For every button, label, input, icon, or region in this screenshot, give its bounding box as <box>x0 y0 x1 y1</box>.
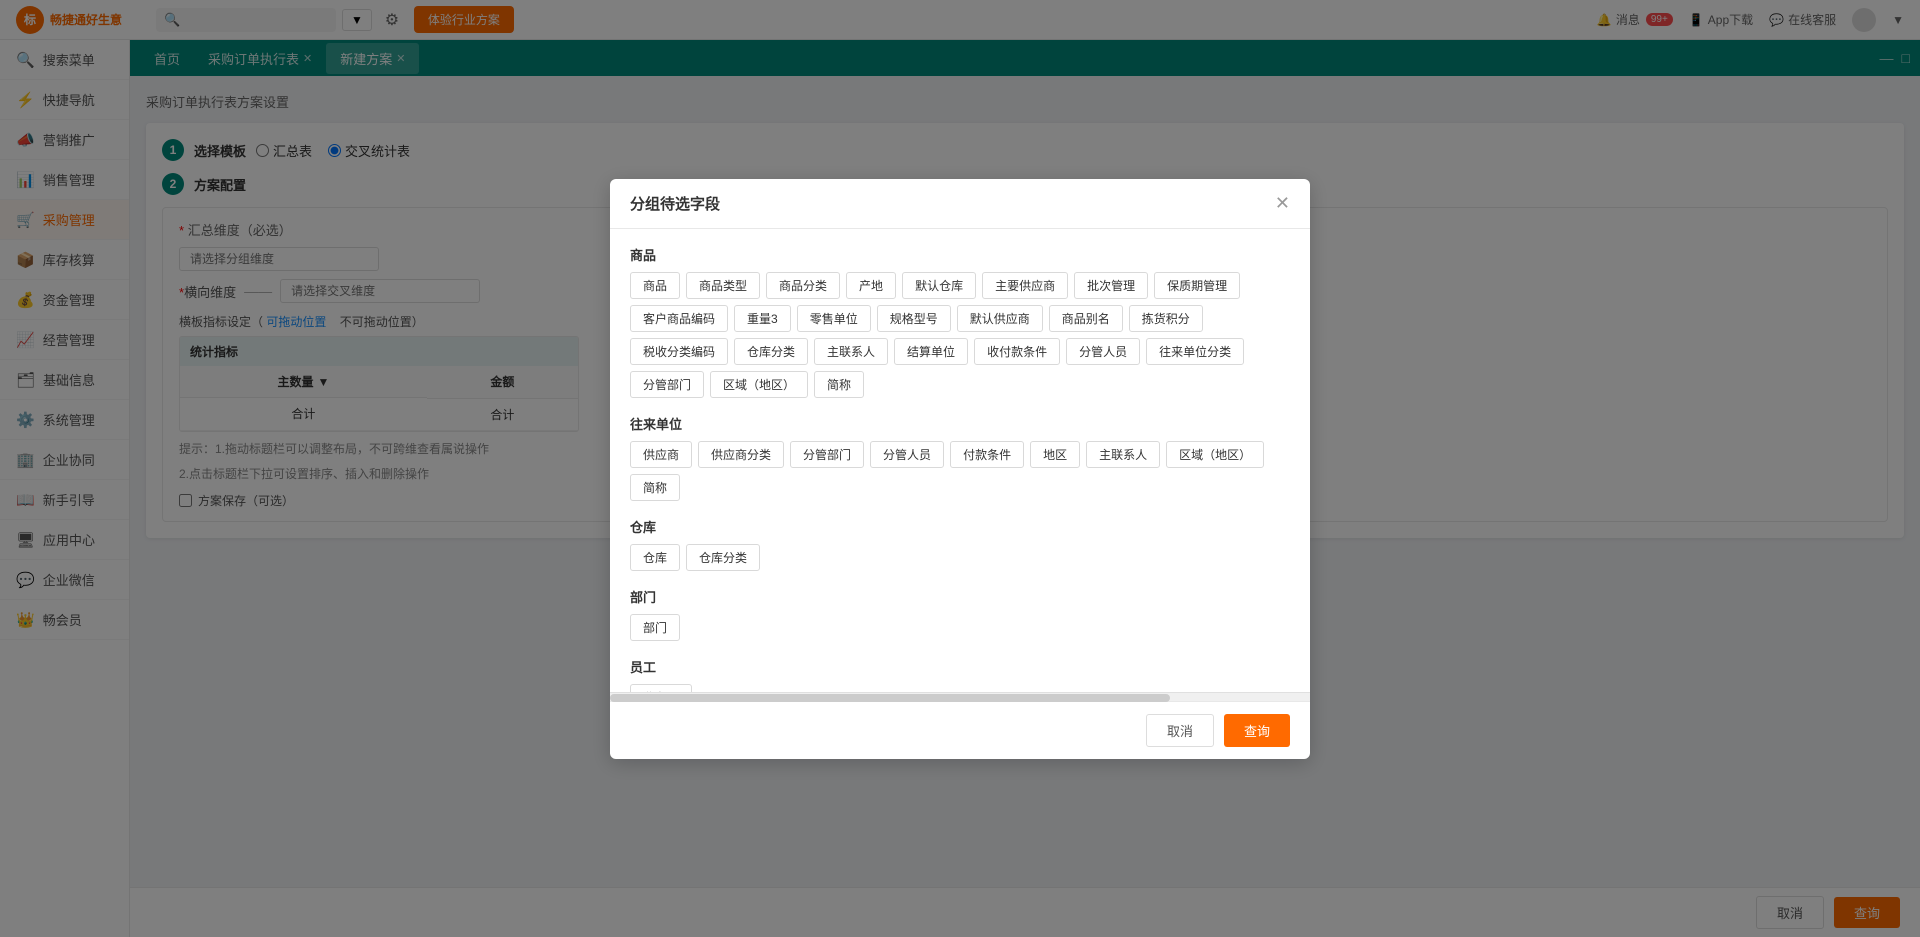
modal-body[interactable]: 商品商品商品类型商品分类产地默认仓库主要供应商批次管理保质期管理客户商品编码重量… <box>610 229 1310 693</box>
field-chip[interactable]: 部门 <box>630 614 680 641</box>
field-chip[interactable]: 仓库分类 <box>686 544 760 571</box>
field-chip[interactable]: 业务员 <box>630 684 692 693</box>
modal-scrollbar-track <box>610 692 1310 700</box>
cancel-button[interactable]: 取消 <box>1146 714 1214 747</box>
field-chip[interactable]: 客户商品编码 <box>630 305 728 332</box>
field-chip[interactable]: 地区 <box>1030 441 1080 468</box>
field-chip[interactable]: 收付款条件 <box>974 338 1060 365</box>
field-chip[interactable]: 规格型号 <box>877 305 951 332</box>
field-chips-goods: 商品商品类型商品分类产地默认仓库主要供应商批次管理保质期管理客户商品编码重量3零… <box>630 272 1290 398</box>
field-chip[interactable]: 主联系人 <box>1086 441 1160 468</box>
field-chip[interactable]: 主联系人 <box>814 338 888 365</box>
field-chip[interactable]: 分管人员 <box>870 441 944 468</box>
field-chip[interactable]: 默认仓库 <box>902 272 976 299</box>
field-chip[interactable]: 商品 <box>630 272 680 299</box>
field-group-partner: 往来单位供应商供应商分类分管部门分管人员付款条件地区主联系人区域（地区） 简称 <box>630 414 1290 501</box>
field-chip[interactable]: 拣货积分 <box>1129 305 1203 332</box>
field-group-title-partner: 往来单位 <box>630 414 1290 433</box>
field-chip[interactable]: 区域（地区） <box>1166 441 1264 468</box>
field-chip[interactable]: 保质期管理 <box>1154 272 1240 299</box>
field-group-title-warehouse: 仓库 <box>630 517 1290 536</box>
field-chip[interactable]: 默认供应商 <box>957 305 1043 332</box>
field-chip[interactable]: 仓库分类 <box>734 338 808 365</box>
field-chip[interactable]: 简称 <box>814 371 864 398</box>
modal-scrollbar-thumb <box>610 694 1170 702</box>
field-chip[interactable]: 分管部门 <box>790 441 864 468</box>
field-chip[interactable]: 税收分类编码 <box>630 338 728 365</box>
field-chip[interactable]: 商品类型 <box>686 272 760 299</box>
field-chips-partner: 供应商供应商分类分管部门分管人员付款条件地区主联系人区域（地区） 简称 <box>630 441 1290 501</box>
field-chip[interactable]: 结算单位 <box>894 338 968 365</box>
field-group-employee: 员工业务员 <box>630 657 1290 693</box>
field-chip[interactable]: 产地 <box>846 272 896 299</box>
field-chip[interactable]: 批次管理 <box>1074 272 1148 299</box>
field-group-title-employee: 员工 <box>630 657 1290 676</box>
modal-close-button[interactable]: ✕ <box>1275 193 1290 214</box>
field-chip[interactable]: 简称 <box>630 474 680 501</box>
field-chip[interactable]: 商品别名 <box>1049 305 1123 332</box>
field-group-warehouse: 仓库仓库仓库分类 <box>630 517 1290 571</box>
field-chip[interactable]: 分管部门 <box>630 371 704 398</box>
field-chip[interactable]: 供应商 <box>630 441 692 468</box>
field-chip[interactable]: 商品分类 <box>766 272 840 299</box>
field-chips-warehouse: 仓库仓库分类 <box>630 544 1290 571</box>
field-chip[interactable]: 仓库 <box>630 544 680 571</box>
field-group-title-department: 部门 <box>630 587 1290 606</box>
field-group-department: 部门部门 <box>630 587 1290 641</box>
confirm-button[interactable]: 查询 <box>1224 714 1290 747</box>
field-group-goods: 商品商品商品类型商品分类产地默认仓库主要供应商批次管理保质期管理客户商品编码重量… <box>630 245 1290 398</box>
field-chips-department: 部门 <box>630 614 1290 641</box>
field-chip[interactable]: 零售单位 <box>797 305 871 332</box>
field-chip[interactable]: 付款条件 <box>950 441 1024 468</box>
modal-header: 分组待选字段 ✕ <box>610 179 1310 229</box>
field-select-modal: 分组待选字段 ✕ 商品商品商品类型商品分类产地默认仓库主要供应商批次管理保质期管… <box>610 179 1310 759</box>
modal-overlay: 分组待选字段 ✕ 商品商品商品类型商品分类产地默认仓库主要供应商批次管理保质期管… <box>0 0 1920 937</box>
modal-footer: 取消 查询 <box>610 701 1310 759</box>
field-chip[interactable]: 往来单位分类 <box>1146 338 1244 365</box>
field-group-title-goods: 商品 <box>630 245 1290 264</box>
field-chip[interactable]: 主要供应商 <box>982 272 1068 299</box>
modal-title: 分组待选字段 <box>630 193 720 214</box>
field-chip[interactable]: 区域（地区） <box>710 371 808 398</box>
field-chip[interactable]: 重量3 <box>734 305 791 332</box>
field-chip[interactable]: 供应商分类 <box>698 441 784 468</box>
field-chips-employee: 业务员 <box>630 684 1290 693</box>
field-chip[interactable]: 分管人员 <box>1066 338 1140 365</box>
